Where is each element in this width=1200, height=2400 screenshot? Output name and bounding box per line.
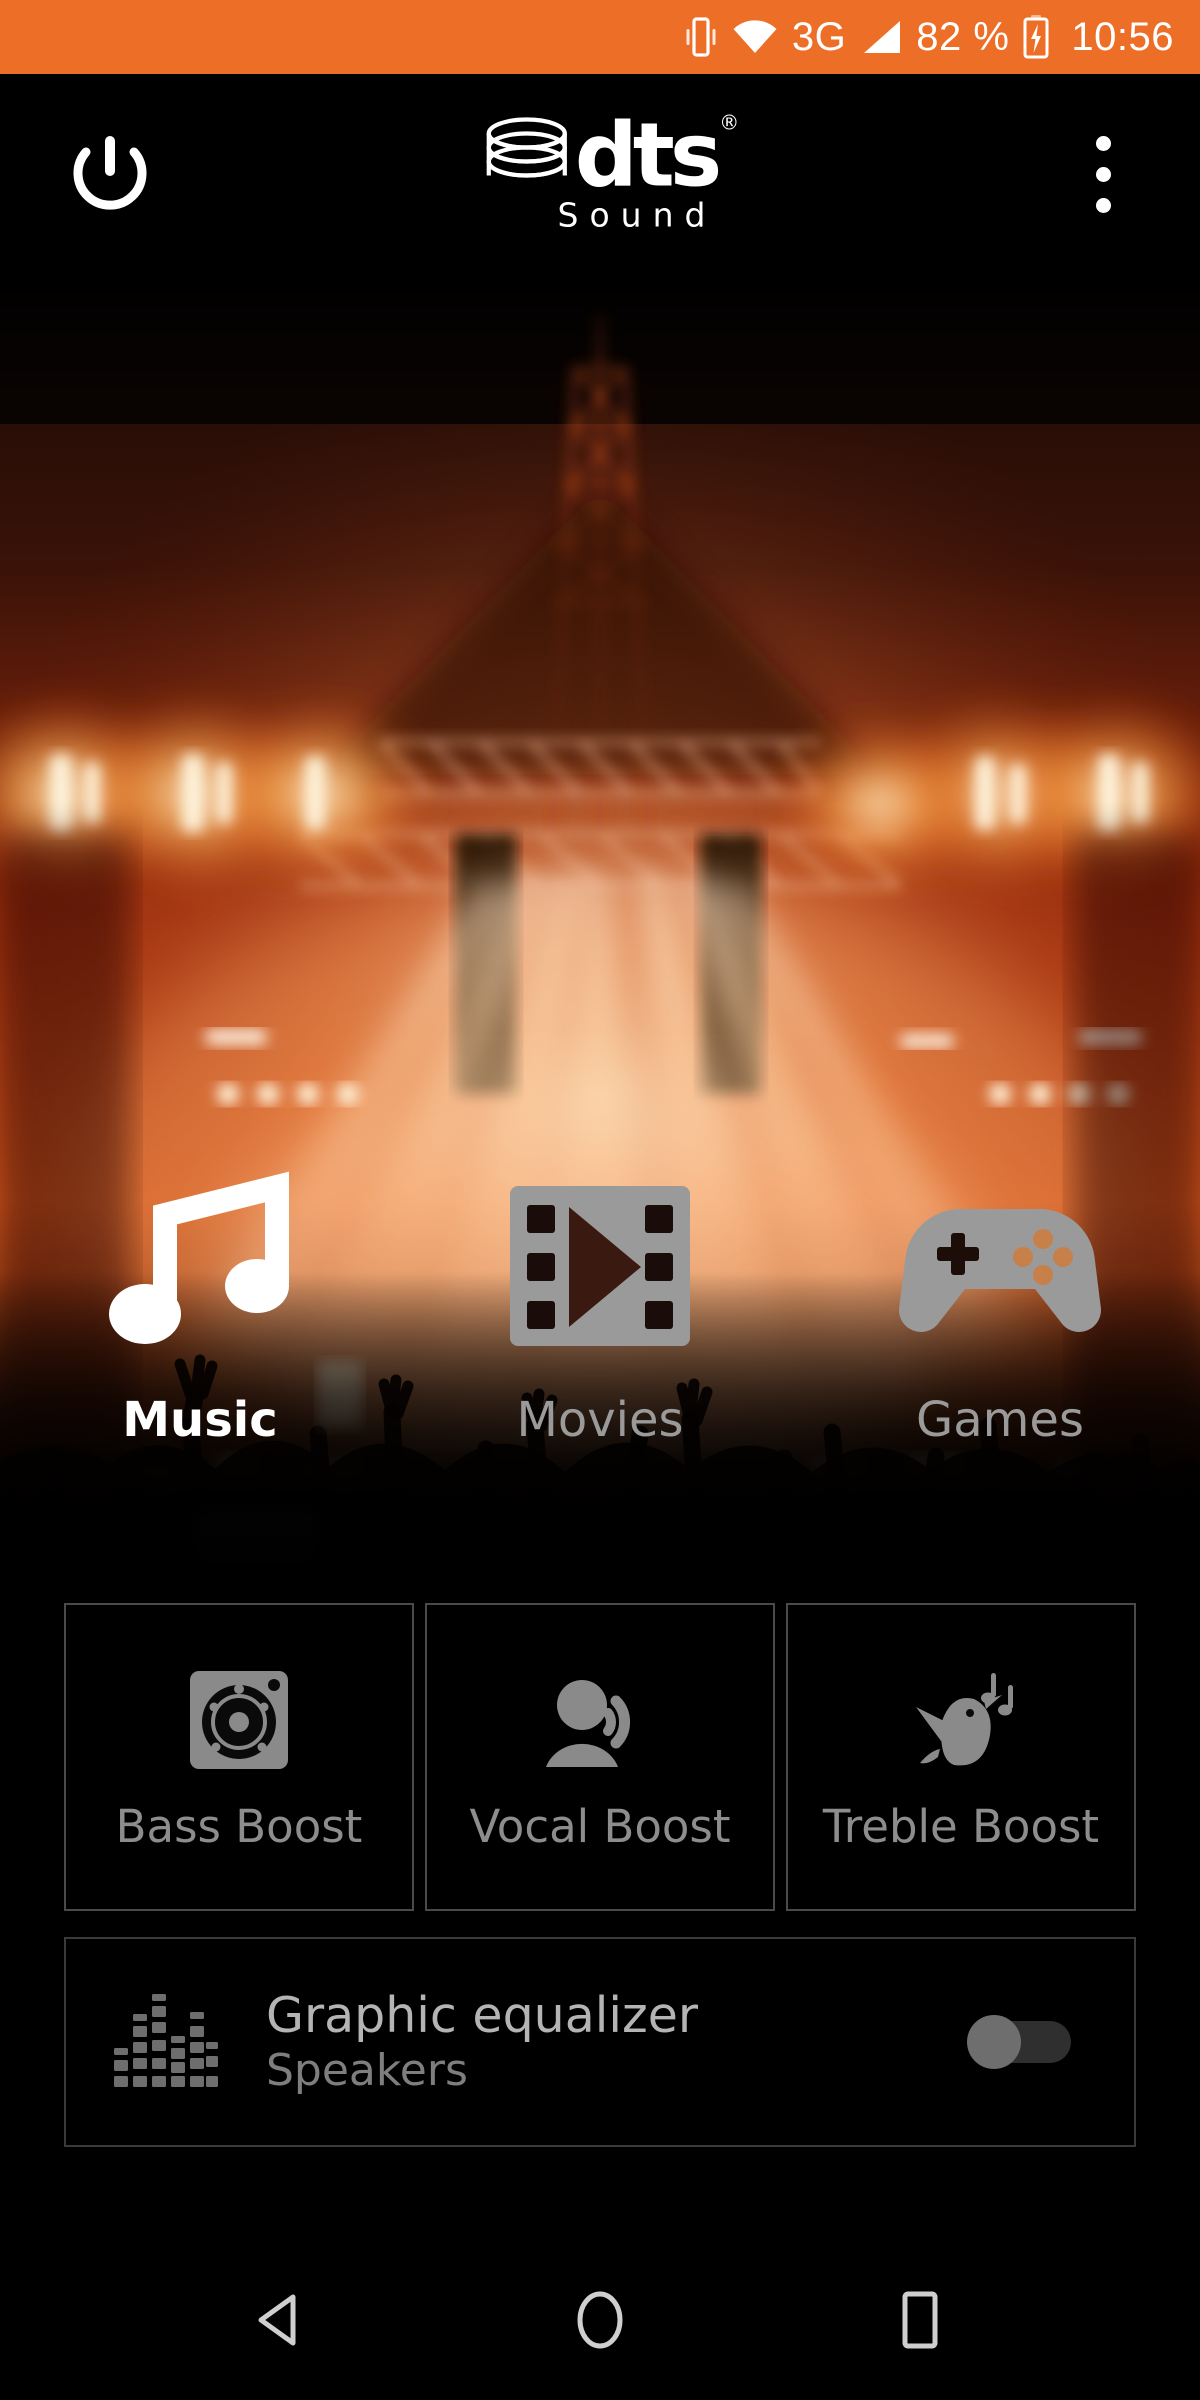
equalizer-toggle-switch[interactable] [967,2015,1071,2069]
equalizer-subtitle: Speakers [266,2044,468,2096]
graphic-equalizer-row[interactable]: Graphic equalizer Speakers [64,1937,1136,2147]
battery-charging-icon [1023,15,1049,59]
home-icon [577,2291,623,2349]
power-icon [73,136,147,210]
vocal-boost-button[interactable]: Vocal Boost [425,1603,775,1911]
wifi-icon [732,19,778,55]
mode-label-games: Games [916,1392,1084,1448]
equalizer-bars-icon [66,1990,266,2094]
overflow-menu-button[interactable] [1068,122,1138,226]
network-type-label: 3G [791,15,847,59]
overflow-dot-icon [1095,166,1111,182]
music-note-icon [105,1166,295,1366]
singing-bird-icon [898,1660,1024,1780]
dts-rings-icon [486,117,567,178]
status-bar: 3G 82 % 10:56 [0,0,1200,74]
overflow-dot-icon [1095,197,1111,213]
nav-recents-button[interactable] [820,2240,1020,2400]
mode-label-music: Music [122,1392,278,1448]
mode-music[interactable]: Music [0,1140,400,1540]
person-speaking-icon [540,1660,660,1780]
mode-label-movies: Movies [516,1392,684,1448]
back-icon [258,2294,296,2346]
power-button[interactable] [58,122,162,226]
vibrate-icon [684,15,718,59]
signal-icon [860,19,902,55]
mode-games[interactable]: Games [800,1140,1200,1540]
recents-icon [902,2291,938,2349]
treble-boost-label: Treble Boost [822,1799,1100,1853]
film-play-icon [505,1166,695,1366]
vocal-boost-label: Vocal Boost [469,1799,731,1853]
overflow-dot-icon [1095,135,1111,151]
equalizer-text-block: Graphic equalizer Speakers [266,1986,904,2096]
bass-boost-label: Bass Boost [115,1799,363,1853]
dts-wordmark: dts ® [575,111,739,199]
dts-sound-logo: dts ® Sound [483,111,739,235]
mode-selector: Music Movies Games [0,1140,1200,1540]
toggle-knob [967,2015,1021,2069]
clock-label: 10:56 [1071,15,1174,59]
boost-buttons-row: Bass Boost Vocal Boost Treble Boost [64,1603,1136,1911]
game-controller-icon [895,1166,1105,1366]
subwoofer-icon [186,1660,292,1780]
app-screen: 3G 82 % 10:56 dts ® Sound Music Movies G… [0,0,1200,2400]
android-navigation-bar [0,2240,1200,2400]
equalizer-title: Graphic equalizer [266,1986,699,2044]
battery-percent-label: 82 % [916,15,1010,59]
mode-movies[interactable]: Movies [400,1140,800,1540]
app-header: dts ® Sound [0,74,1200,274]
treble-boost-button[interactable]: Treble Boost [786,1603,1136,1911]
nav-back-button[interactable] [180,2240,380,2400]
registered-mark: ® [719,110,740,135]
nav-home-button[interactable] [500,2240,700,2400]
equalizer-toggle-area [904,2015,1134,2069]
dts-brand-text: dts [574,103,722,207]
bass-boost-button[interactable]: Bass Boost [64,1603,414,1911]
